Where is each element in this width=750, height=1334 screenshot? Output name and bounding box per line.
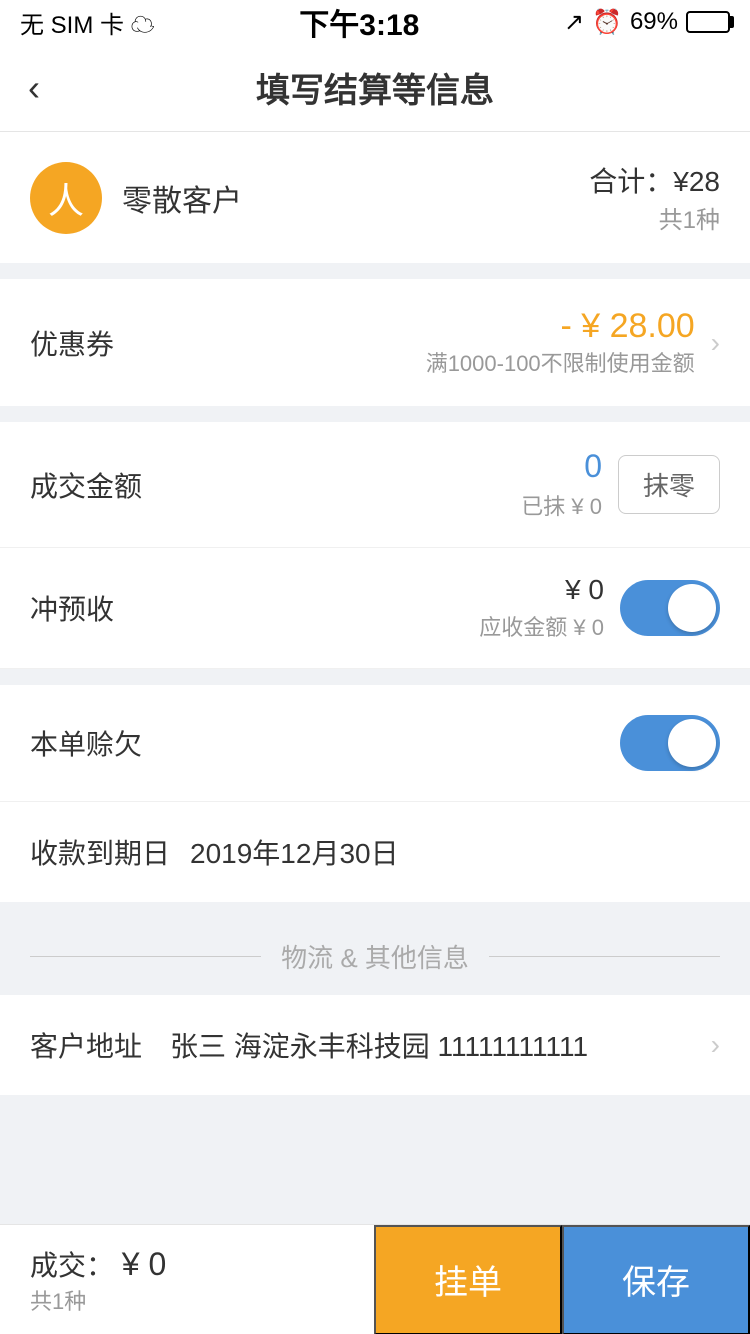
address-card[interactable]: 客户地址 张三 海淀永丰科技园 11111111111 › bbox=[0, 995, 750, 1095]
coupon-amount: - ¥ 28.00 bbox=[426, 307, 695, 346]
transaction-row: 成交金额 0 已抹 ¥ 0 抹零 bbox=[0, 422, 750, 548]
status-left: 无 SIM 卡 ☁ bbox=[20, 5, 155, 40]
debit-toggle[interactable] bbox=[620, 715, 720, 771]
transaction-right: 0 已抹 ¥ 0 抹零 bbox=[521, 448, 720, 521]
address-chevron-icon: › bbox=[711, 1029, 720, 1061]
pre-receipt-values: ¥ 0 应收金额 ¥ 0 bbox=[479, 574, 604, 642]
alarm-icon: ⏰ bbox=[592, 8, 622, 37]
due-date-label: 收款到期日 bbox=[30, 832, 170, 872]
toggle-knob bbox=[668, 584, 716, 632]
coupon-label: 优惠券 bbox=[30, 323, 114, 363]
address-label: 客户地址 bbox=[30, 1025, 150, 1065]
transaction-sub: 已抹 ¥ 0 bbox=[521, 489, 602, 521]
bottom-transaction-row: 成交： ¥ 0 bbox=[30, 1244, 344, 1284]
customer-right: 合计：¥28 共1种 bbox=[589, 160, 720, 235]
bottom-trans-value: ¥ 0 bbox=[122, 1246, 166, 1282]
pre-receipt-right: ¥ 0 应收金额 ¥ 0 bbox=[479, 574, 720, 642]
round-off-button[interactable]: 抹零 bbox=[618, 455, 720, 514]
status-bar: 无 SIM 卡 ☁ 下午3:18 ↗ ⏰ 69% bbox=[0, 0, 750, 44]
pre-receipt-label: 冲预收 bbox=[30, 588, 114, 628]
due-date-value: 2019年12月30日 bbox=[190, 832, 399, 872]
content-area: 人 零散客户 合计：¥28 共1种 优惠券 - ¥ 28.00 满1000-10… bbox=[0, 132, 750, 1231]
transaction-section: 成交金额 0 已抹 ¥ 0 抹零 冲预收 ¥ 0 应收金额 ¥ 0 bbox=[0, 422, 750, 669]
coupon-row[interactable]: 优惠券 - ¥ 28.00 满1000-100不限制使用金额 › bbox=[0, 279, 750, 406]
bottom-summary: 成交： ¥ 0 共1种 bbox=[0, 1244, 374, 1316]
location-icon: ↗ bbox=[564, 8, 584, 37]
battery-text: 69% bbox=[630, 8, 678, 36]
bottom-bar: 成交： ¥ 0 共1种 挂单 保存 bbox=[0, 1224, 750, 1334]
coupon-desc: 满1000-100不限制使用金额 bbox=[426, 346, 695, 378]
avatar: 人 bbox=[30, 162, 102, 234]
logistics-label: 物流 & 其他信息 bbox=[281, 938, 469, 975]
page-title: 填写结算等信息 bbox=[256, 63, 494, 112]
battery-icon bbox=[686, 11, 730, 33]
pre-receipt-sub: 应收金额 ¥ 0 bbox=[479, 610, 604, 642]
hold-button[interactable]: 挂单 bbox=[374, 1225, 562, 1334]
status-time: 下午3:18 bbox=[299, 0, 419, 44]
signal-text: 无 SIM 卡 ☁ bbox=[20, 5, 155, 40]
debit-section: 本单赊欠 收款到期日 2019年12月30日 bbox=[0, 685, 750, 902]
logistics-header: 物流 & 其他信息 bbox=[0, 918, 750, 995]
address-value: 张三 海淀永丰科技园 11111111111 bbox=[170, 1025, 691, 1065]
pre-receipt-value: ¥ 0 bbox=[479, 574, 604, 606]
save-button[interactable]: 保存 bbox=[562, 1225, 750, 1334]
status-right: ↗ ⏰ 69% bbox=[564, 8, 730, 37]
avatar-icon: 人 bbox=[48, 172, 84, 224]
debit-toggle-knob bbox=[668, 719, 716, 767]
debit-label: 本单赊欠 bbox=[30, 723, 142, 763]
customer-left: 人 零散客户 bbox=[30, 162, 242, 234]
transaction-value: 0 bbox=[521, 448, 602, 485]
bottom-count: 共1种 bbox=[30, 1284, 344, 1316]
bottom-trans-label: 成交： bbox=[30, 1250, 114, 1281]
chevron-right-icon: › bbox=[711, 327, 720, 359]
address-row[interactable]: 客户地址 张三 海淀永丰科技园 11111111111 › bbox=[0, 995, 750, 1095]
customer-card: 人 零散客户 合计：¥28 共1种 bbox=[0, 132, 750, 263]
pre-receipt-toggle[interactable] bbox=[620, 580, 720, 636]
debit-row: 本单赊欠 bbox=[0, 685, 750, 802]
transaction-label: 成交金额 bbox=[30, 465, 142, 505]
back-button[interactable]: ‹ bbox=[28, 67, 40, 109]
coupon-card[interactable]: 优惠券 - ¥ 28.00 满1000-100不限制使用金额 › bbox=[0, 279, 750, 406]
pre-receipt-row: 冲预收 ¥ 0 应收金额 ¥ 0 bbox=[0, 548, 750, 669]
coupon-right: - ¥ 28.00 满1000-100不限制使用金额 › bbox=[426, 307, 720, 378]
customer-name: 零散客户 bbox=[122, 176, 242, 220]
due-date-row: 收款到期日 2019年12月30日 bbox=[0, 802, 750, 902]
customer-total: 合计：¥28 bbox=[589, 160, 720, 200]
nav-bar: ‹ 填写结算等信息 bbox=[0, 44, 750, 132]
customer-count: 共1种 bbox=[589, 200, 720, 235]
